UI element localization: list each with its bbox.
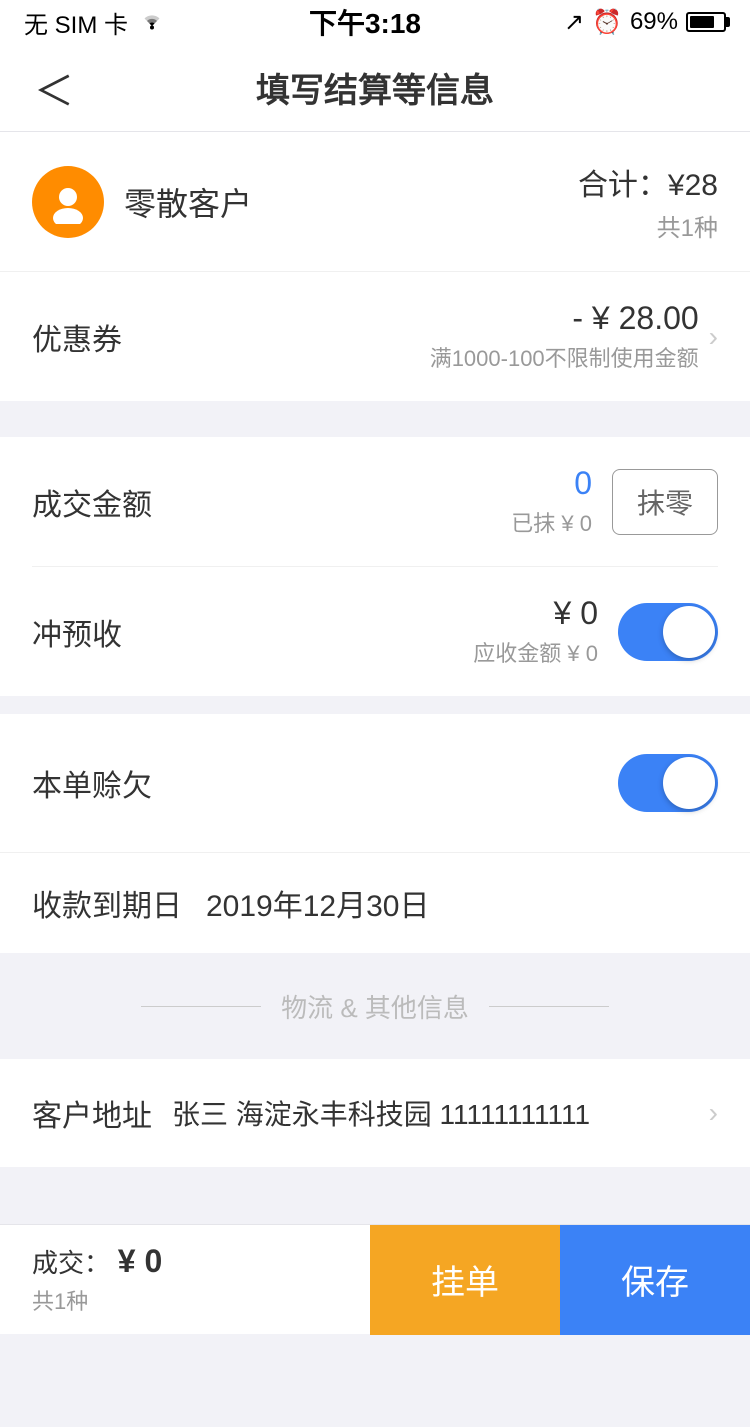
address-chevron-icon: › (709, 1097, 718, 1129)
page-title: 填写结算等信息 (256, 63, 494, 112)
customer-name: 零散客户 (124, 179, 252, 225)
prepay-value: ¥ 0 (473, 595, 598, 632)
logistics-label: 物流 & 其他信息 (141, 988, 609, 1025)
prepay-value-col: ¥ 0 应收金额 ¥ 0 (473, 595, 598, 668)
separator-3 (0, 953, 750, 971)
deferred-toggle[interactable] (618, 754, 718, 812)
deferred-label: 本单赊欠 (32, 761, 152, 805)
duedate-section: 收款到期日 2019年12月30日 (0, 852, 750, 953)
duedate-label: 收款到期日 (32, 881, 182, 925)
duedate-row: 收款到期日 2019年12月30日 (32, 881, 718, 925)
status-bar-right: ↗ ⏰ 69% (564, 8, 726, 37)
deal-amount-label: 成交金额 (32, 480, 152, 524)
status-bar-time: 下午3:18 (309, 2, 421, 42)
deferred-toggle-knob (663, 757, 715, 809)
coupon-row[interactable]: 优惠券 - ¥ 28.00 满1000-100不限制使用金额 › (0, 271, 750, 401)
prepay-toggle[interactable] (618, 603, 718, 661)
address-value: 张三 海淀永丰科技园 11111111111 (172, 1093, 709, 1133)
nav-bar: ＜ 填写结算等信息 (0, 44, 750, 132)
back-button[interactable]: ＜ (24, 49, 84, 127)
separator-1 (0, 419, 750, 437)
duedate-value: 2019年12月30日 (206, 881, 429, 925)
customer-total-info: 合计：¥28 共1种 (578, 160, 718, 243)
bottom-deal-row: 成交： ¥ 0 (32, 1243, 338, 1280)
bottom-deal-value: ¥ 0 (118, 1243, 162, 1279)
alarm-icon: ⏰ (592, 8, 622, 37)
deferred-section: 本单赊欠 (0, 714, 750, 852)
bottom-bar: 成交： ¥ 0 共1种 挂单 保存 (0, 1224, 750, 1334)
customer-info: 零散客户 (32, 166, 252, 238)
customer-count: 共1种 (578, 208, 718, 243)
coupon-chevron-icon: › (709, 321, 718, 353)
address-label: 客户地址 (32, 1091, 152, 1135)
deal-amount-right: 0 已抹 ¥ 0 抹零 (511, 465, 718, 538)
coupon-label: 优惠券 (32, 315, 122, 359)
address-section[interactable]: 客户地址 张三 海淀永丰科技园 11111111111 › (0, 1059, 750, 1167)
deal-amount-sub: 已抹 ¥ 0 (511, 506, 592, 538)
address-row: 客户地址 张三 海淀永丰科技园 11111111111 › (32, 1091, 718, 1135)
battery-percent: 69% (630, 8, 678, 36)
logistics-divider: 物流 & 其他信息 (0, 971, 750, 1041)
prepay-label: 冲预收 (32, 610, 122, 654)
status-bar-left: 无 SIM 卡 (24, 5, 166, 40)
prepay-sub: 应收金额 ¥ 0 (473, 636, 598, 668)
coupon-right: - ¥ 28.00 满1000-100不限制使用金额 › (430, 300, 718, 373)
location-icon: ↗ (564, 8, 584, 37)
sim-status: 无 SIM 卡 (24, 5, 128, 40)
prepay-toggle-knob (663, 606, 715, 658)
separator-2 (0, 696, 750, 714)
customer-section: 零散客户 合计：¥28 共1种 优惠券 - ¥ 28.00 满1000-100不… (0, 132, 750, 401)
prepay-row: 冲预收 ¥ 0 应收金额 ¥ 0 (32, 567, 718, 696)
customer-avatar (32, 166, 104, 238)
status-bar: 无 SIM 卡 下午3:18 ↗ ⏰ 69% (0, 0, 750, 44)
deal-amount-col: 0 已抹 ¥ 0 (511, 465, 592, 538)
separator-4 (0, 1041, 750, 1059)
customer-total: 合计：¥28 (578, 160, 718, 204)
save-button[interactable]: 保存 (560, 1225, 750, 1335)
wifi-icon (138, 8, 166, 37)
bottom-deal-label: 成交： (32, 1248, 110, 1278)
deal-amount-value: 0 (511, 465, 592, 502)
coupon-amount: - ¥ 28.00 (430, 300, 699, 337)
hang-button[interactable]: 挂单 (370, 1225, 560, 1335)
customer-row: 零散客户 合计：¥28 共1种 (0, 132, 750, 271)
coupon-info: - ¥ 28.00 满1000-100不限制使用金额 (430, 300, 699, 373)
coupon-desc: 满1000-100不限制使用金额 (430, 341, 699, 373)
deferred-row: 本单赊欠 (32, 714, 718, 852)
bottom-info: 成交： ¥ 0 共1种 (0, 1243, 370, 1316)
deal-amount-row: 成交金额 0 已抹 ¥ 0 抹零 (32, 437, 718, 567)
battery-icon (686, 12, 726, 32)
deal-section: 成交金额 0 已抹 ¥ 0 抹零 冲预收 ¥ 0 应收金额 ¥ 0 (0, 437, 750, 696)
round-zero-button[interactable]: 抹零 (612, 469, 718, 535)
bottom-count: 共1种 (32, 1284, 338, 1316)
prepay-right: ¥ 0 应收金额 ¥ 0 (473, 595, 718, 668)
